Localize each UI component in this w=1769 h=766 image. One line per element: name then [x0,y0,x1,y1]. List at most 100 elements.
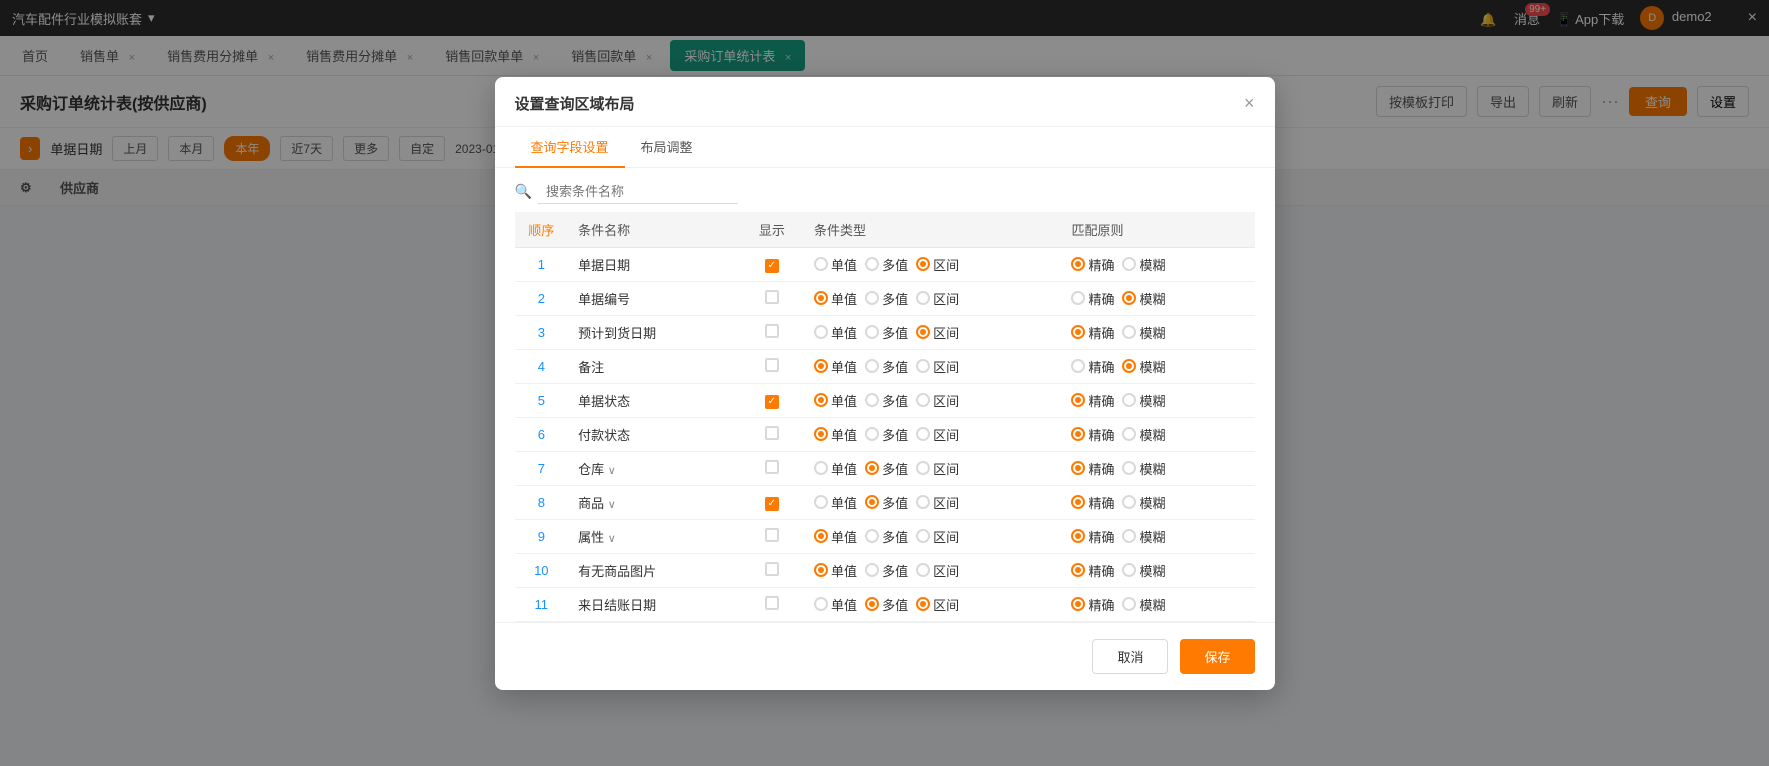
row-show-2[interactable] [740,315,804,349]
match-fuzzy-radio[interactable]: 模糊 [1122,459,1165,478]
match-fuzzy-radio[interactable]: 模糊 [1122,255,1165,274]
expand-icon[interactable]: ∨ [608,465,616,477]
match-fuzzy-radio[interactable]: 模糊 [1122,561,1165,580]
type-range-radio[interactable]: 区间 [916,323,959,342]
cancel-button[interactable]: 取消 [1092,639,1168,674]
match-fuzzy-radio[interactable]: 模糊 [1122,323,1165,342]
radio-exact-circle [1071,291,1085,305]
match-exact-radio[interactable]: 精确 [1071,425,1114,444]
type-range-radio[interactable]: 区间 [916,459,959,478]
type-range-radio[interactable]: 区间 [916,289,959,308]
type-single-radio[interactable]: 单值 [814,527,857,546]
condition-name: 单据状态 [578,394,630,409]
type-multi-radio[interactable]: 多值 [865,493,908,512]
row-match-10: 精确 模糊 [1061,587,1254,621]
match-exact-radio[interactable]: 精确 [1071,289,1114,308]
show-checkbox[interactable] [765,562,779,576]
row-show-7[interactable] [740,485,804,519]
search-input[interactable] [538,180,738,204]
type-multi-radio[interactable]: 多值 [865,289,908,308]
row-type-8: 单值 多值 区间 [804,519,1061,553]
match-exact-radio[interactable]: 精确 [1071,323,1114,342]
type-single-radio[interactable]: 单值 [814,493,857,512]
row-show-3[interactable] [740,349,804,383]
expand-icon[interactable]: ∨ [608,533,616,545]
match-exact-radio[interactable]: 精确 [1071,595,1114,614]
type-multi-radio[interactable]: 多值 [865,391,908,410]
match-fuzzy-radio[interactable]: 模糊 [1122,289,1165,308]
show-checkbox[interactable] [765,596,779,610]
row-show-1[interactable] [740,281,804,315]
type-range-radio[interactable]: 区间 [916,561,959,580]
row-show-0[interactable] [740,247,804,281]
type-single-radio[interactable]: 单值 [814,323,857,342]
row-show-10[interactable] [740,587,804,621]
row-show-8[interactable] [740,519,804,553]
show-checkbox[interactable] [765,395,779,409]
type-multi-radio[interactable]: 多值 [865,425,908,444]
type-single-radio[interactable]: 单值 [814,289,857,308]
tab-query-fields[interactable]: 查询字段设置 [515,127,625,168]
match-fuzzy-radio[interactable]: 模糊 [1122,527,1165,546]
type-range-radio[interactable]: 区间 [916,425,959,444]
type-single-radio[interactable]: 单值 [814,561,857,580]
match-exact-radio[interactable]: 精确 [1071,493,1114,512]
show-checkbox[interactable] [765,358,779,372]
type-range-radio[interactable]: 区间 [916,255,959,274]
row-show-4[interactable] [740,383,804,417]
type-multi-radio[interactable]: 多值 [865,459,908,478]
row-show-6[interactable] [740,451,804,485]
type-single-radio[interactable]: 单值 [814,459,857,478]
type-multi-radio[interactable]: 多值 [865,357,908,376]
type-single-radio[interactable]: 单值 [814,595,857,614]
match-exact-radio[interactable]: 精确 [1071,255,1114,274]
type-multi-radio[interactable]: 多值 [865,527,908,546]
tab-layout[interactable]: 布局调整 [625,127,709,168]
col-header-show: 显示 [740,212,804,248]
match-exact-radio[interactable]: 精确 [1071,527,1114,546]
radio-range-circle [916,359,930,373]
type-range-radio[interactable]: 区间 [916,391,959,410]
match-fuzzy-radio[interactable]: 模糊 [1122,493,1165,512]
match-fuzzy-radio[interactable]: 模糊 [1122,357,1165,376]
match-exact-radio[interactable]: 精确 [1071,561,1114,580]
type-single-radio[interactable]: 单值 [814,255,857,274]
match-fuzzy-radio[interactable]: 模糊 [1122,425,1165,444]
type-multi-radio[interactable]: 多值 [865,255,908,274]
type-single-radio[interactable]: 单值 [814,357,857,376]
show-checkbox[interactable] [765,426,779,440]
show-checkbox[interactable] [765,290,779,304]
row-show-9[interactable] [740,553,804,587]
show-checkbox[interactable] [765,528,779,542]
modal-close-button[interactable]: × [1244,93,1255,114]
table-header-row: 顺序 条件名称 显示 条件类型 匹配原则 [515,212,1255,248]
radio-range-circle [916,325,930,339]
type-range-radio[interactable]: 区间 [916,493,959,512]
match-exact-radio[interactable]: 精确 [1071,459,1114,478]
type-multi-radio[interactable]: 多值 [865,595,908,614]
match-exact-radio[interactable]: 精确 [1071,391,1114,410]
type-range-radio[interactable]: 区间 [916,527,959,546]
expand-icon[interactable]: ∨ [608,499,616,511]
order-number: 2 [538,291,545,306]
save-button[interactable]: 保存 [1180,639,1254,674]
match-exact-radio[interactable]: 精确 [1071,357,1114,376]
match-fuzzy-label: 模糊 [1139,459,1165,478]
type-range-radio[interactable]: 区间 [916,357,959,376]
type-single-label: 单值 [831,255,857,274]
match-fuzzy-radio[interactable]: 模糊 [1122,391,1165,410]
type-range-radio[interactable]: 区间 [916,595,959,614]
show-checkbox[interactable] [765,497,779,511]
show-checkbox[interactable] [765,259,779,273]
type-multi-radio[interactable]: 多值 [865,561,908,580]
show-checkbox[interactable] [765,460,779,474]
type-multi-radio[interactable]: 多值 [865,323,908,342]
type-single-radio[interactable]: 单值 [814,425,857,444]
type-single-radio[interactable]: 单值 [814,391,857,410]
row-name-2: 预计到货日期 [568,315,740,349]
radio-single-circle [814,325,828,339]
show-checkbox[interactable] [765,324,779,338]
radio-exact-circle [1071,495,1085,509]
match-fuzzy-radio[interactable]: 模糊 [1122,595,1165,614]
row-show-5[interactable] [740,417,804,451]
